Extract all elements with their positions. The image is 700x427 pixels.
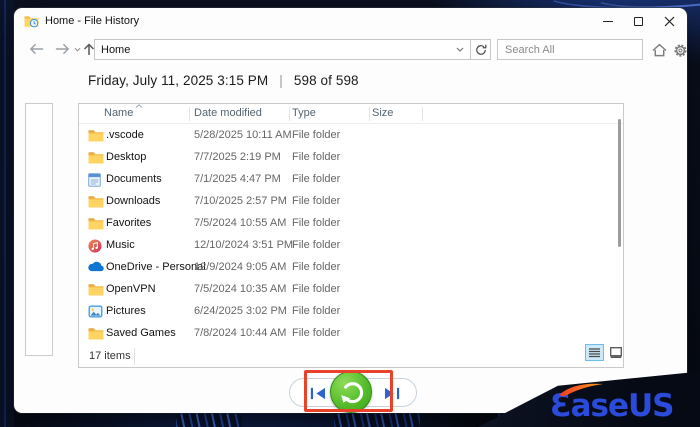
history-dropdown-icon[interactable] (74, 47, 81, 52)
file-row[interactable]: Saved Games 7/8/2024 10:44 AM File folder (79, 323, 623, 345)
heading-divider: | (279, 73, 283, 88)
logo-swoosh-icon (559, 383, 603, 397)
file-row[interactable]: Music 12/10/2024 3:51 PM File folder (79, 235, 623, 257)
home-icon[interactable] (652, 43, 667, 57)
details-view-icon (589, 347, 600, 357)
back-icon[interactable] (28, 43, 45, 55)
file-date-modified: 7/5/2024 10:35 AM (194, 283, 287, 295)
address-dropdown-icon[interactable] (456, 47, 464, 52)
file-date-modified: 12/9/2024 9:05 AM (194, 261, 287, 273)
file-row[interactable]: Downloads 7/10/2025 2:57 PM File folder (79, 191, 623, 213)
address-bar[interactable] (94, 39, 471, 60)
gear-icon[interactable] (673, 43, 688, 58)
status-bar-separator (134, 348, 135, 365)
file-type: File folder (292, 239, 341, 251)
file-date-modified: 7/10/2025 2:57 PM (194, 195, 287, 207)
minimize-button[interactable] (592, 8, 623, 35)
file-date-modified: 7/7/2025 2:19 PM (194, 151, 281, 163)
folder-icon (88, 217, 104, 231)
file-history-window: Home - File History Home Search All Frid… (14, 8, 687, 413)
file-name: OneDrive - Personal (106, 261, 206, 273)
file-history-icon (24, 16, 39, 28)
file-name: Pictures (106, 305, 146, 317)
column-header-date-modified[interactable]: Date modified (194, 107, 262, 119)
file-date-modified: 7/1/2025 4:47 PM (194, 173, 281, 185)
maximize-button[interactable] (623, 8, 654, 35)
close-icon (664, 16, 675, 27)
column-headers: Name Date modified Type Size (79, 104, 623, 124)
snapshot-datetime: Friday, July 11, 2025 3:15 PM (88, 73, 269, 88)
file-name: Downloads (106, 195, 161, 207)
music-icon (88, 239, 104, 253)
file-type: File folder (292, 327, 341, 339)
status-bar-items: 17 items (89, 350, 131, 362)
file-name: Favorites (106, 217, 152, 229)
file-name: Desktop (106, 151, 147, 163)
file-type: File folder (292, 305, 341, 317)
snapshot-position: 598 of 598 (293, 73, 359, 88)
file-name: Music (106, 239, 135, 251)
forward-icon[interactable] (54, 43, 71, 55)
details-view-toggle[interactable] (585, 344, 604, 361)
file-type: File folder (292, 261, 341, 273)
large-icons-view-icon (609, 347, 622, 358)
file-name: OpenVPN (106, 283, 156, 295)
sort-ascending-icon (135, 104, 143, 108)
wallpaper-streak (0, 0, 14, 427)
file-row[interactable]: Favorites 7/5/2024 10:55 AM File folder (79, 213, 623, 235)
file-type: File folder (292, 283, 341, 295)
address-input[interactable] (95, 43, 456, 56)
pictures-icon (88, 305, 104, 319)
onedrive-icon (88, 261, 104, 275)
folder-icon (88, 151, 104, 165)
refresh-button[interactable] (471, 39, 491, 60)
file-type: File folder (292, 129, 341, 141)
folder-icon (88, 327, 104, 341)
folder-icon (88, 129, 104, 143)
documents-icon (88, 173, 104, 187)
folder-icon (88, 283, 104, 297)
file-date-modified: 6/24/2025 3:02 PM (194, 305, 287, 317)
file-row[interactable]: .vscode 5/28/2025 10:11 AM File folder (79, 125, 623, 147)
search-box[interactable] (497, 39, 654, 60)
file-type: File folder (292, 195, 341, 207)
file-name: .vscode (106, 129, 144, 141)
file-name: Saved Games (106, 327, 176, 339)
file-type: File folder (292, 151, 341, 163)
desktop: Home - File History Home Search All Frid… (0, 0, 700, 427)
folder-icon (88, 195, 104, 209)
file-date-modified: 7/8/2024 10:44 AM (194, 327, 287, 339)
title-bar[interactable]: Home - File History (14, 8, 687, 35)
file-type: File folder (292, 217, 341, 229)
column-header-size[interactable]: Size (372, 107, 393, 119)
column-header-type[interactable]: Type (292, 107, 316, 119)
file-date-modified: 12/10/2024 3:51 PM (194, 239, 294, 251)
refresh-icon (475, 44, 486, 55)
file-name: Documents (106, 173, 162, 185)
file-date-modified: 5/28/2025 10:11 AM (194, 129, 292, 141)
file-date-modified: 7/5/2024 10:55 AM (194, 217, 287, 229)
large-icons-view-toggle[interactable] (606, 344, 625, 361)
file-row[interactable]: OneDrive - Personal 12/9/2024 9:05 AM File… (79, 257, 623, 279)
search-input[interactable] (498, 43, 654, 56)
file-row[interactable]: Desktop 7/7/2025 2:19 PM File folder (79, 147, 623, 169)
column-header-name[interactable]: Name (104, 107, 133, 119)
file-list-panel: Name Date modified Type Size .vscode 5/28… (78, 103, 624, 368)
annotation-highlight-box (304, 370, 393, 412)
file-rows: .vscode 5/28/2025 10:11 AM File folder Desk… (79, 125, 623, 345)
file-row[interactable]: Documents 7/1/2025 4:47 PM File folder (79, 169, 623, 191)
scrollbar-thumb[interactable] (618, 119, 621, 247)
file-row[interactable]: Pictures 6/24/2025 3:02 PM File folder (79, 301, 623, 323)
close-button[interactable] (654, 8, 685, 35)
file-row[interactable]: OpenVPN 7/5/2024 10:35 AM File folder (79, 279, 623, 301)
window-title: Home - File History (45, 15, 140, 27)
snapshot-heading: Friday, July 11, 2025 3:15 PM | 598 of 598 (88, 73, 359, 88)
navigation-toolbar (14, 34, 687, 66)
easeus-logo: ƐaseUS (550, 383, 674, 424)
previous-snapshot-page-edge (25, 103, 53, 356)
file-type: File folder (292, 173, 341, 185)
